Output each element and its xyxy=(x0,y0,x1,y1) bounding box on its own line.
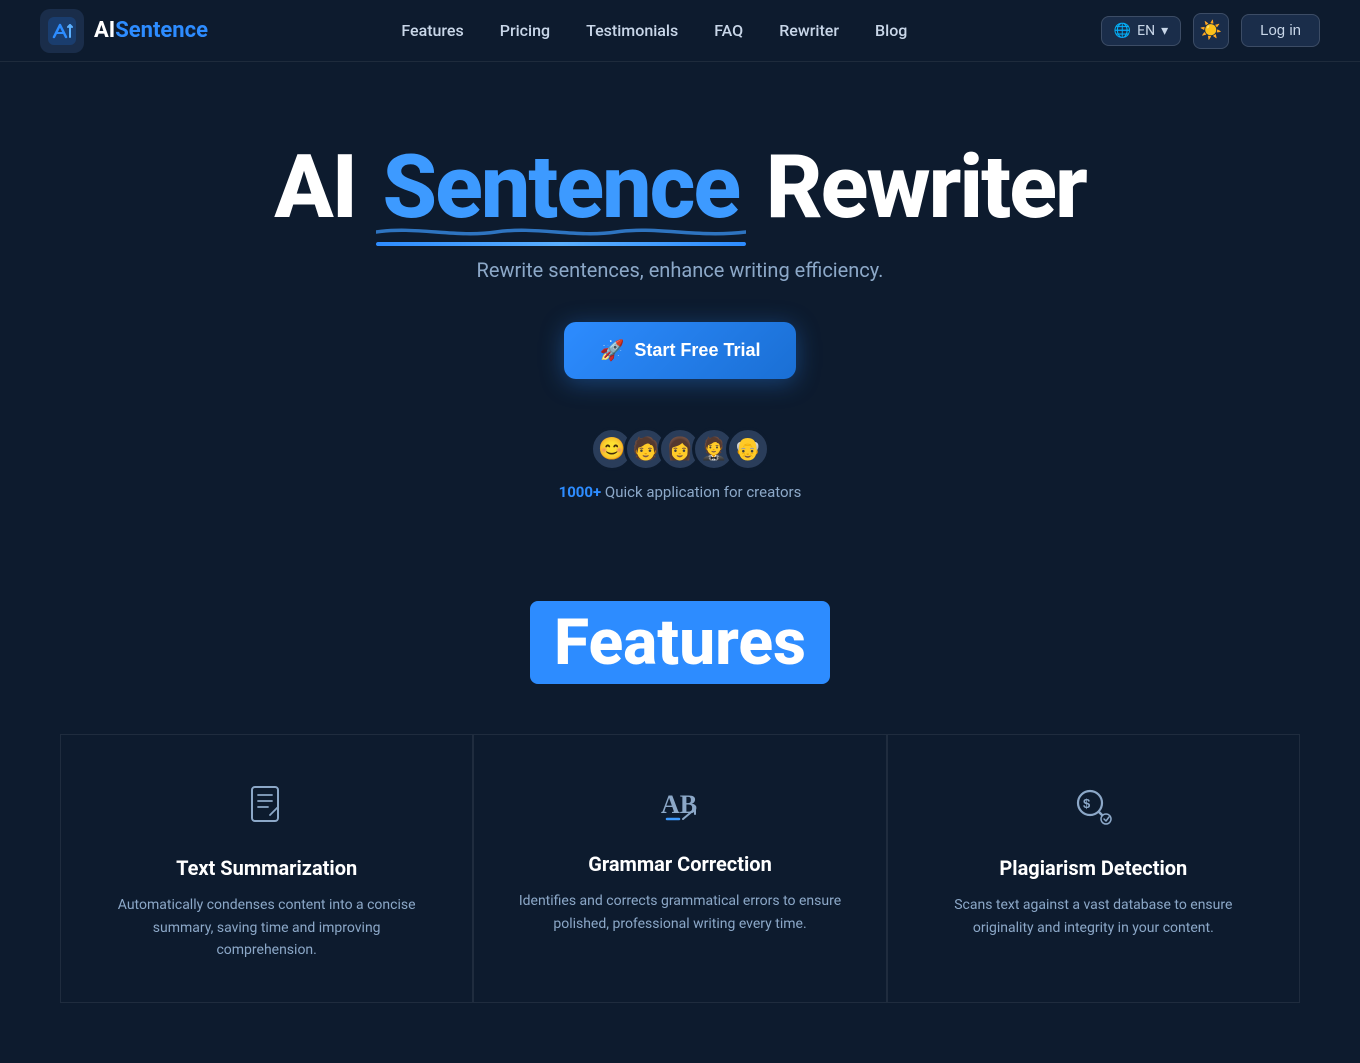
hero-title-rewriter: Rewriter xyxy=(746,136,1086,239)
avatar: 👴 xyxy=(726,427,770,471)
features-section: Features Text Summarization Automaticall… xyxy=(0,561,1360,1062)
hero-title-ai: AI xyxy=(274,136,376,239)
start-free-trial-button[interactable]: 🚀 Start Free Trial xyxy=(564,322,797,379)
theme-toggle-button[interactable]: ☀️ xyxy=(1193,13,1229,49)
logo-icon xyxy=(40,9,84,53)
summarization-icon xyxy=(248,785,286,836)
nav-blog[interactable]: Blog xyxy=(875,21,907,40)
svg-text:$: $ xyxy=(1083,796,1091,811)
feature-title-plagiarism: Plagiarism Detection xyxy=(999,856,1187,880)
rocket-icon: 🚀 xyxy=(600,338,625,363)
cta-label: Start Free Trial xyxy=(634,340,760,361)
login-button[interactable]: Log in xyxy=(1241,14,1320,47)
social-proof-text: 1000+ Quick application for creators xyxy=(559,483,802,501)
sun-icon: ☀️ xyxy=(1200,20,1222,41)
feature-card-summarization: Text Summarization Automatically condens… xyxy=(60,734,473,1002)
nav-pricing[interactable]: Pricing xyxy=(500,21,550,40)
feature-desc-summarization: Automatically condenses content into a c… xyxy=(101,894,432,961)
logo-link[interactable]: AISentence xyxy=(40,9,208,53)
avatar-group: 😊 🧑 👩 🤵 👴 xyxy=(590,427,770,471)
hero-section: AI Sentence Rewriter Rewrite sentences, … xyxy=(0,62,1360,561)
chevron-down-icon: ▾ xyxy=(1161,23,1168,39)
nav-features[interactable]: Features xyxy=(401,21,463,40)
feature-desc-grammar: Identifies and corrects grammatical erro… xyxy=(514,890,845,935)
nav-right: 🌐 EN ▾ ☀️ Log in xyxy=(1101,13,1320,49)
features-heading: Features xyxy=(530,601,830,684)
hero-title-sentence: Sentence xyxy=(376,142,746,238)
features-grid: Text Summarization Automatically condens… xyxy=(60,734,1300,1002)
lang-label: EN xyxy=(1137,23,1155,39)
language-selector[interactable]: 🌐 EN ▾ xyxy=(1101,16,1181,46)
social-proof: 😊 🧑 👩 🤵 👴 1000+ Quick application for cr… xyxy=(559,427,802,501)
feature-title-grammar: Grammar Correction xyxy=(588,852,772,876)
feature-card-plagiarism: $ Plagiarism Detection Scans text agains… xyxy=(887,734,1300,1002)
navbar: AISentence Features Pricing Testimonials… xyxy=(0,0,1360,62)
nav-testimonials[interactable]: Testimonials xyxy=(586,21,678,40)
svg-text:AB: AB xyxy=(661,790,697,819)
grammar-icon: AB xyxy=(659,785,701,832)
hero-title: AI Sentence Rewriter xyxy=(274,142,1085,238)
nav-faq[interactable]: FAQ xyxy=(714,21,743,40)
plagiarism-icon: $ xyxy=(1072,785,1114,836)
feature-desc-plagiarism: Scans text against a vast database to en… xyxy=(928,894,1259,939)
nav-links: Features Pricing Testimonials FAQ Rewrit… xyxy=(401,21,907,40)
logo-text: AISentence xyxy=(94,18,208,43)
feature-card-grammar: AB Grammar Correction Identifies and cor… xyxy=(473,734,886,1002)
nav-rewriter[interactable]: Rewriter xyxy=(779,21,839,40)
user-count: 1000+ xyxy=(559,483,602,501)
features-heading-wrap: Features xyxy=(60,601,1300,684)
social-desc: Quick application for creators xyxy=(601,483,801,501)
feature-title-summarization: Text Summarization xyxy=(176,856,357,880)
globe-icon: 🌐 xyxy=(1114,23,1131,39)
hero-subtitle: Rewrite sentences, enhance writing effic… xyxy=(477,258,884,282)
